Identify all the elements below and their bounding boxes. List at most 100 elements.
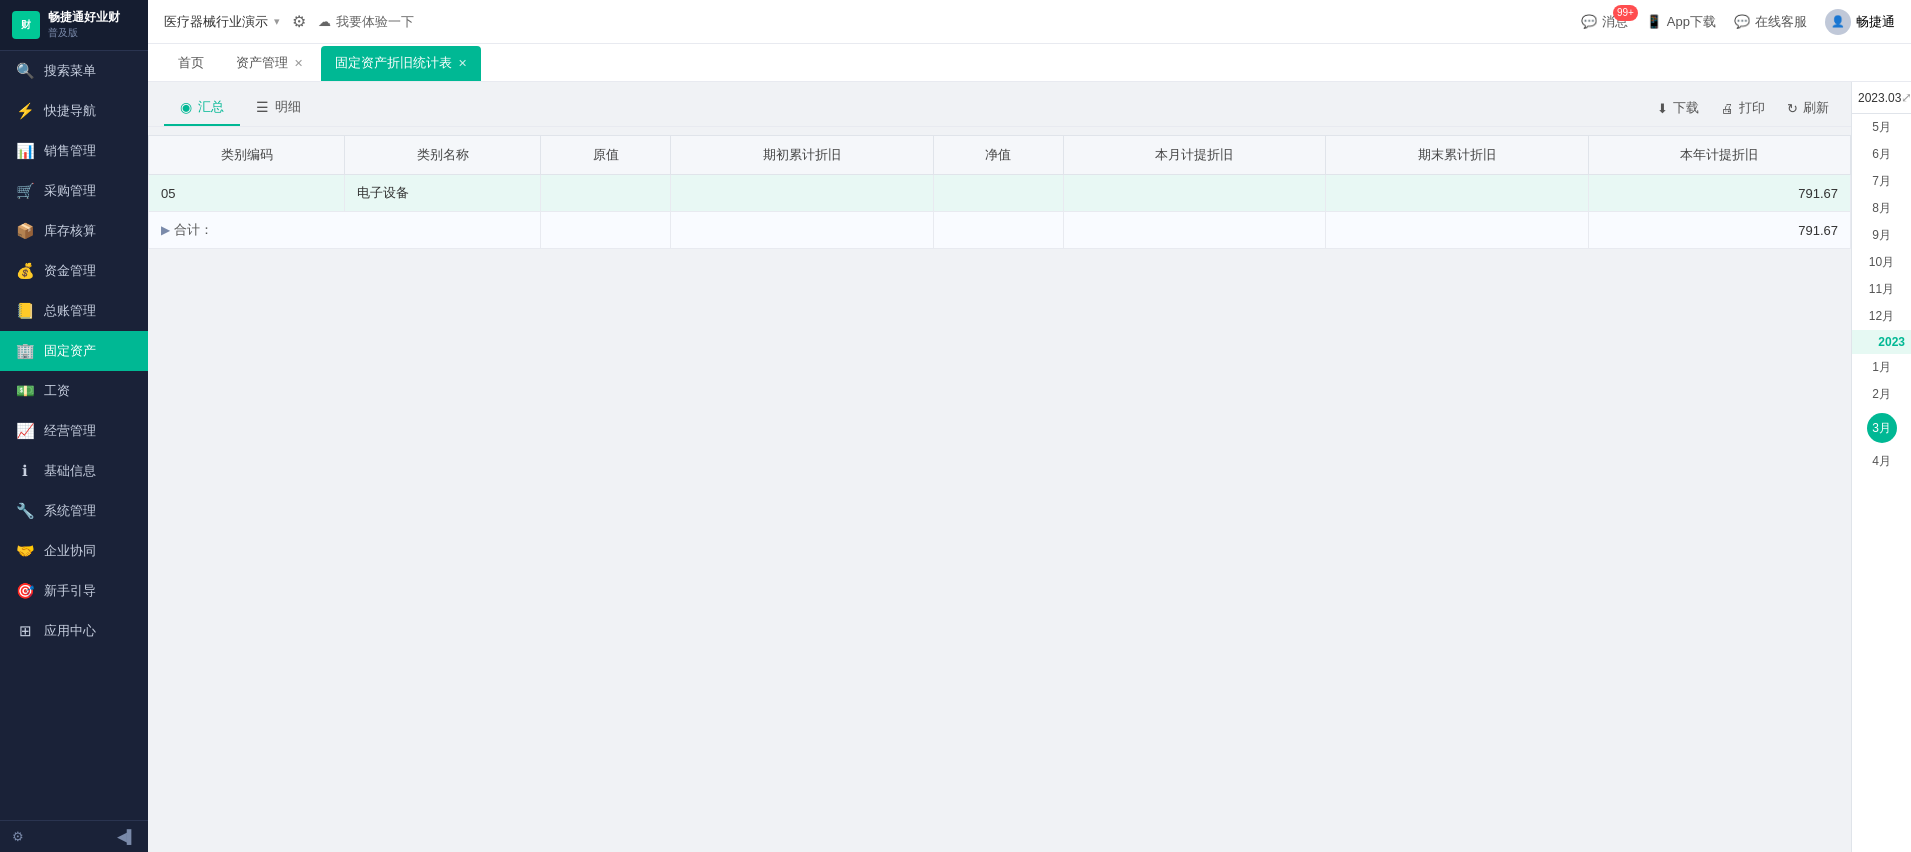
sidebar-label-sales: 销售管理: [44, 142, 96, 160]
sidebar-item-purchase[interactable]: 🛒采购管理: [0, 171, 148, 211]
tab-asset-mgmt[interactable]: 资产管理 ✕: [222, 46, 317, 81]
tab-depreciation-label: 固定资产折旧统计表: [335, 54, 452, 72]
date-month-item[interactable]: 4月: [1852, 448, 1911, 475]
operations-icon: 📈: [16, 422, 34, 440]
sidebar-item-corp-collab[interactable]: 🤝企业协同: [0, 531, 148, 571]
sidebar-item-sales[interactable]: 📊 销售管理: [0, 131, 148, 171]
sidebar-item-system[interactable]: 🔧系统管理: [0, 491, 148, 531]
collapse-btn[interactable]: ◀▌: [117, 829, 136, 844]
download-icon: ⬇: [1657, 101, 1668, 116]
date-month-item[interactable]: 5月: [1852, 114, 1911, 141]
date-year-label[interactable]: 2023: [1852, 330, 1911, 354]
inventory-icon: 📦: [16, 222, 34, 240]
date-panel-year-label: 2023.03: [1858, 91, 1901, 105]
date-month-item[interactable]: 1月: [1852, 354, 1911, 381]
sidebar-label-inventory: 库存核算: [44, 222, 96, 240]
download-btn[interactable]: ⬇ 下载: [1651, 96, 1705, 120]
refresh-btn[interactable]: ↻ 刷新: [1781, 96, 1835, 120]
company-name: 医疗器械行业演示: [164, 13, 268, 31]
sidebar-label-app-center: 应用中心: [44, 622, 96, 640]
messages-action[interactable]: 💬 消息 99+: [1581, 13, 1628, 31]
sidebar-item-payroll[interactable]: 💵工资: [0, 371, 148, 411]
settings-footer-btn[interactable]: ⚙: [12, 829, 24, 844]
print-btn[interactable]: 🖨 打印: [1715, 96, 1771, 120]
date-month-item[interactable]: 7月: [1852, 168, 1911, 195]
cell-ending-accum: [1326, 175, 1588, 212]
cell-name: 电子设备: [345, 175, 541, 212]
col-beginning-accum: 期初累计折旧: [671, 136, 933, 175]
sidebar-item-inventory[interactable]: 📦 库存核算: [0, 211, 148, 251]
sidebar-item-fixed-assets[interactable]: 🏢 固定资产: [0, 331, 148, 371]
sidebar-item-operations[interactable]: 📈 经营管理: [0, 411, 148, 451]
table-row[interactable]: 05 电子设备 791.67: [149, 175, 1851, 212]
date-panel-expand-icon[interactable]: ⤢: [1901, 90, 1911, 105]
app-download-action[interactable]: 📱 App下载: [1646, 13, 1716, 31]
guide-icon: 🎯: [16, 582, 34, 600]
sidebar-item-quick-nav[interactable]: ⚡快捷导航: [0, 91, 148, 131]
sidebar-header-text: 畅捷通好业财 普及版: [48, 10, 120, 40]
app-version: 普及版: [48, 26, 120, 40]
topbar-right: 💬 消息 99+ 📱 App下载 💬 在线客服 👤 畅捷通: [1581, 9, 1895, 35]
topbar-left: 医疗器械行业演示 ▾ ⚙ ☁ 我要体验一下: [164, 12, 414, 31]
sidebar-item-basic-info[interactable]: ℹ基础信息: [0, 451, 148, 491]
sidebar-label-fixed-assets: 固定资产: [44, 342, 96, 360]
user-avatar: 👤: [1825, 9, 1851, 35]
date-month-active[interactable]: 3月: [1852, 408, 1911, 448]
sidebar-item-ledger[interactable]: 📒总账管理: [0, 291, 148, 331]
total-monthly: [1063, 212, 1325, 249]
date-month-item[interactable]: 2月: [1852, 381, 1911, 408]
date-month-item[interactable]: 12月: [1852, 303, 1911, 330]
total-net-value: [933, 212, 1063, 249]
company-selector[interactable]: 医疗器械行业演示 ▾: [164, 13, 280, 31]
cell-code: 05: [149, 175, 345, 212]
tab-depreciation-close-icon[interactable]: ✕: [458, 57, 467, 70]
subtab-summary[interactable]: ◉ 汇总: [164, 92, 240, 126]
col-monthly: 本月计提折旧: [1063, 136, 1325, 175]
date-month-item[interactable]: 6月: [1852, 141, 1911, 168]
sidebar-item-guide[interactable]: 🎯新手引导: [0, 571, 148, 611]
sidebar-label-corp-collab: 企业协同: [44, 542, 96, 560]
sidebar-item-finance[interactable]: 💰 资金管理: [0, 251, 148, 291]
subtab-detail[interactable]: ☰ 明细: [240, 92, 317, 126]
tab-asset-mgmt-close-icon[interactable]: ✕: [294, 57, 303, 70]
date-month-item[interactable]: 10月: [1852, 249, 1911, 276]
fixed-assets-icon: 🏢: [16, 342, 34, 360]
date-month-item[interactable]: 11月: [1852, 276, 1911, 303]
date-month-item[interactable]: 9月: [1852, 222, 1911, 249]
app-center-icon: ⊞: [16, 622, 34, 640]
tab-home[interactable]: 首页: [164, 46, 218, 81]
cell-original: [541, 175, 671, 212]
app-download-icon: 📱: [1646, 14, 1662, 29]
experience-btn[interactable]: ☁ 我要体验一下: [318, 13, 414, 31]
right-date-panel: 2023.03 ⤢ ✕ 5月6月7月8月9月10月11月12月20231月2月3…: [1851, 82, 1911, 852]
date-month-item[interactable]: 8月: [1852, 195, 1911, 222]
user-info[interactable]: 👤 畅捷通: [1825, 9, 1895, 35]
col-annual: 本年计提折旧: [1588, 136, 1850, 175]
sidebar-label-finance: 资金管理: [44, 262, 96, 280]
col-original: 原值: [541, 136, 671, 175]
cell-beginning-accum: [671, 175, 933, 212]
sidebar-label-operations: 经营管理: [44, 422, 96, 440]
sidebar-item-search[interactable]: 🔍搜索菜单: [0, 51, 148, 91]
total-row: ▶合计： 791.67: [149, 212, 1851, 249]
cell-annual: 791.67: [1588, 175, 1850, 212]
sales-icon: 📊: [16, 142, 34, 160]
online-service-action[interactable]: 💬 在线客服: [1734, 13, 1807, 31]
sidebar-item-app-center[interactable]: ⊞ 应用中心: [0, 611, 148, 651]
cell-monthly: [1063, 175, 1325, 212]
search-icon: 🔍: [16, 62, 34, 80]
basic-info-icon: ℹ: [16, 462, 34, 480]
messages-icon: 💬: [1581, 14, 1597, 29]
user-name: 畅捷通: [1856, 13, 1895, 31]
subtab-bar: ◉ 汇总 ☰ 明细 ⬇ 下载 🖨 打印: [148, 82, 1851, 127]
summary-icon: ◉: [180, 99, 192, 115]
finance-icon: 💰: [16, 262, 34, 280]
sidebar-label-payroll: 工资: [44, 382, 70, 400]
tab-asset-mgmt-label: 资产管理: [236, 54, 288, 72]
cell-net-value: [933, 175, 1063, 212]
topbar-settings-icon[interactable]: ⚙: [292, 12, 306, 31]
tab-depreciation-report[interactable]: 固定资产折旧统计表 ✕: [321, 46, 481, 81]
total-annual: 791.67: [1588, 212, 1850, 249]
app-download-label: App下载: [1667, 13, 1716, 31]
active-month-indicator: 3月: [1867, 413, 1897, 443]
